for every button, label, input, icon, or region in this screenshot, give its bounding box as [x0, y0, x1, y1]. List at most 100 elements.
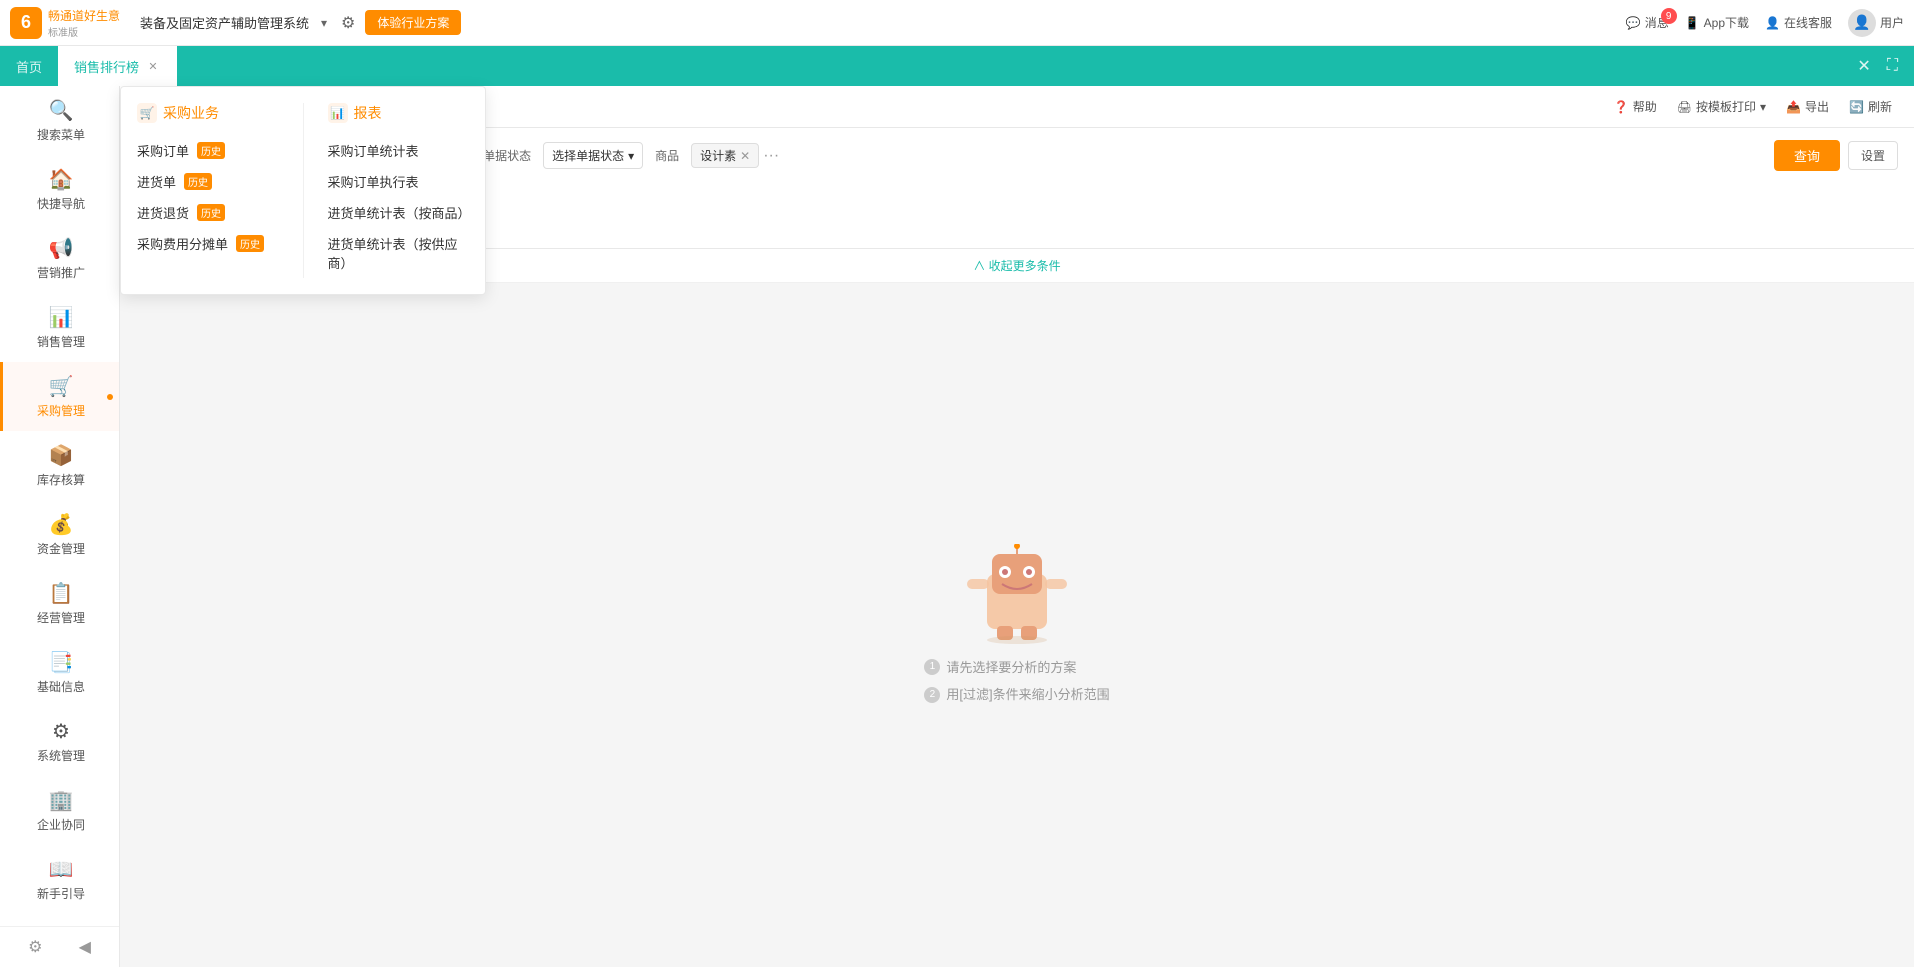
industry-btn[interactable]: 体验行业方案	[365, 10, 461, 35]
settings-icon-btn[interactable]: ⚙	[339, 11, 357, 35]
goods-tag: 设计素 ✕	[691, 143, 759, 168]
refresh-icon: 🔄	[1849, 100, 1864, 114]
logo-text: 畅通道好生意 标准版	[48, 7, 120, 39]
sidebar-label-operation: 经营管理	[37, 609, 85, 626]
sales-icon: 📊	[49, 305, 73, 329]
marketing-icon: 📢	[49, 236, 73, 260]
history-badge-4: 历史	[236, 235, 264, 252]
dropdown-col2-title: 📊 报表	[328, 103, 470, 123]
empty-robot-svg	[957, 544, 1077, 644]
empty-illustration	[957, 544, 1077, 644]
sidebar-bottom: ⚙ ◀	[0, 926, 119, 967]
empty-line2: 用[过滤]条件来缩小分析范围	[946, 683, 1109, 706]
inventory-icon: 📦	[49, 443, 73, 467]
sidebar: 🔍 搜索菜单 🏠 快捷导航 📢 营销推广 📊 销售管理 🛒 采购管理 📦 库存核…	[0, 86, 120, 967]
user-label: 用户	[1880, 14, 1904, 31]
sidebar-label-sales: 销售管理	[37, 333, 85, 350]
sidebar-label-basic: 基础信息	[37, 678, 85, 695]
goods-more-btn[interactable]: ···	[763, 147, 779, 165]
finance-icon: 💰	[49, 512, 73, 536]
dropdown-item-purchase-expense[interactable]: 采购费用分摊单 历史	[137, 228, 279, 259]
message-icon: 💬	[1626, 16, 1641, 30]
sidebar-settings-btn[interactable]: ⚙	[28, 937, 42, 957]
goods-label: 商品	[655, 147, 679, 164]
system-icon: ⚙	[49, 719, 73, 743]
refresh-btn[interactable]: 🔄 刷新	[1843, 94, 1898, 119]
service-icon: 👤	[1765, 16, 1780, 30]
basic-icon: 📑	[49, 650, 73, 674]
enterprise-icon: 🏢	[49, 788, 73, 812]
help-icon: ❓	[1614, 100, 1629, 114]
message-btn[interactable]: 💬 9 消息	[1626, 14, 1669, 31]
sidebar-item-operation[interactable]: 📋 经营管理	[0, 569, 119, 638]
dropdown-col-purchase: 🛒 采购业务 采购订单 历史 进货单 历史 进货退货 历史 采购费用分摊单 历史	[137, 103, 279, 278]
app-label: App下载	[1704, 14, 1749, 31]
sidebar-item-basic[interactable]: 📑 基础信息	[0, 638, 119, 707]
sidebar-item-search[interactable]: 🔍 搜索菜单	[0, 86, 119, 155]
sidebar-label-inventory: 库存核算	[37, 471, 85, 488]
user-btn[interactable]: 👤 用户	[1848, 9, 1904, 37]
guide-icon: 📖	[49, 857, 73, 881]
dropdown-menu: 🛒 采购业务 采购订单 历史 进货单 历史 进货退货 历史 采购费用分摊单 历史…	[120, 86, 486, 295]
dropdown-item-goods-receipt[interactable]: 进货单 历史	[137, 166, 279, 197]
sidebar-item-system[interactable]: ⚙ 系统管理	[0, 707, 119, 776]
sidebar-label-enterprise: 企业协同	[37, 816, 85, 833]
dropdown-item-goods-stat-by-supplier[interactable]: 进货单统计表（按供应商）	[328, 228, 470, 278]
message-badge: 9	[1661, 8, 1677, 24]
dropdown-item-purchase-exec[interactable]: 采购订单执行表	[328, 166, 470, 197]
tab-expand-btn[interactable]: ⛶	[1883, 55, 1902, 77]
sidebar-label-quick-nav: 快捷导航	[37, 195, 85, 212]
filter-settings-btn[interactable]: 设置	[1848, 141, 1898, 170]
sidebar-item-guide[interactable]: 📖 新手引导	[0, 845, 119, 914]
print-icon: 🖨	[1677, 100, 1692, 114]
sidebar-collapse-btn[interactable]: ◀	[79, 937, 91, 957]
sidebar-item-finance[interactable]: 💰 资金管理	[0, 500, 119, 569]
system-dropdown-btn[interactable]: ▾	[317, 14, 331, 32]
history-badge-2: 历史	[184, 173, 212, 190]
dropdown-item-goods-return[interactable]: 进货退货 历史	[137, 197, 279, 228]
sidebar-item-quick-nav[interactable]: 🏠 快捷导航	[0, 155, 119, 224]
refresh-label: 刷新	[1868, 98, 1892, 115]
history-badge-3: 历史	[197, 204, 225, 221]
print-btn[interactable]: 🖨 按模板打印 ▾	[1671, 94, 1772, 119]
tab-sales-rank[interactable]: 销售排行榜 ✕	[58, 46, 177, 86]
goods-filter: 设计素 ✕ ···	[691, 143, 779, 168]
help-label: 帮助	[1633, 98, 1657, 115]
service-label: 在线客服	[1784, 14, 1832, 31]
dropdown-divider	[303, 103, 304, 278]
help-btn[interactable]: ❓ 帮助	[1608, 94, 1663, 119]
online-service-btn[interactable]: 👤 在线客服	[1765, 14, 1832, 31]
voucher-status-label: 单据状态	[483, 147, 531, 164]
app-download-btn[interactable]: 📱 App下载	[1685, 14, 1749, 31]
sidebar-item-marketing[interactable]: 📢 营销推广	[0, 224, 119, 293]
goods-tag-close[interactable]: ✕	[740, 149, 750, 163]
dropdown-item-purchase-stat[interactable]: 采购订单统计表	[328, 135, 470, 166]
query-btn[interactable]: 查询	[1774, 140, 1840, 171]
export-btn[interactable]: 📤 导出	[1780, 94, 1835, 119]
operation-icon: 📋	[49, 581, 73, 605]
export-icon: 📤	[1786, 100, 1801, 114]
tab-close-btn[interactable]: ✕	[1853, 54, 1874, 78]
sidebar-item-sales[interactable]: 📊 销售管理	[0, 293, 119, 362]
collapse-icon: ∧	[973, 259, 985, 273]
tab-controls: ✕ ⛶	[1853, 54, 1914, 78]
sidebar-item-purchase[interactable]: 🛒 采购管理	[0, 362, 119, 431]
history-badge-1: 历史	[197, 142, 225, 159]
sidebar-label-purchase: 采购管理	[37, 402, 85, 419]
report-title-icon: 📊	[328, 103, 348, 123]
sidebar-label-search: 搜索菜单	[37, 126, 85, 143]
sidebar-item-inventory[interactable]: 📦 库存核算	[0, 431, 119, 500]
dropdown-col-report: 📊 报表 采购订单统计表 采购订单执行表 进货单统计表（按商品） 进货单统计表（…	[328, 103, 470, 278]
tab-sales-rank-close[interactable]: ✕	[145, 58, 161, 74]
voucher-status-select[interactable]: 选择单据状态 ▾	[543, 142, 643, 169]
phone-icon: 📱	[1685, 16, 1700, 30]
sidebar-item-enterprise[interactable]: 🏢 企业协同	[0, 776, 119, 845]
tab-home-label: 首页	[16, 57, 42, 76]
dropdown-item-purchase-order[interactable]: 采购订单 历史	[137, 135, 279, 166]
dropdown-item-goods-stat-by-product[interactable]: 进货单统计表（按商品）	[328, 197, 470, 228]
tab-home[interactable]: 首页	[0, 46, 58, 86]
print-label: 按模板打印	[1696, 98, 1756, 115]
header-right: 💬 9 消息 📱 App下载 👤 在线客服 👤 用户	[1626, 9, 1904, 37]
system-title: 装备及固定资产辅助管理系统	[140, 13, 309, 32]
sidebar-label-marketing: 营销推广	[37, 264, 85, 281]
